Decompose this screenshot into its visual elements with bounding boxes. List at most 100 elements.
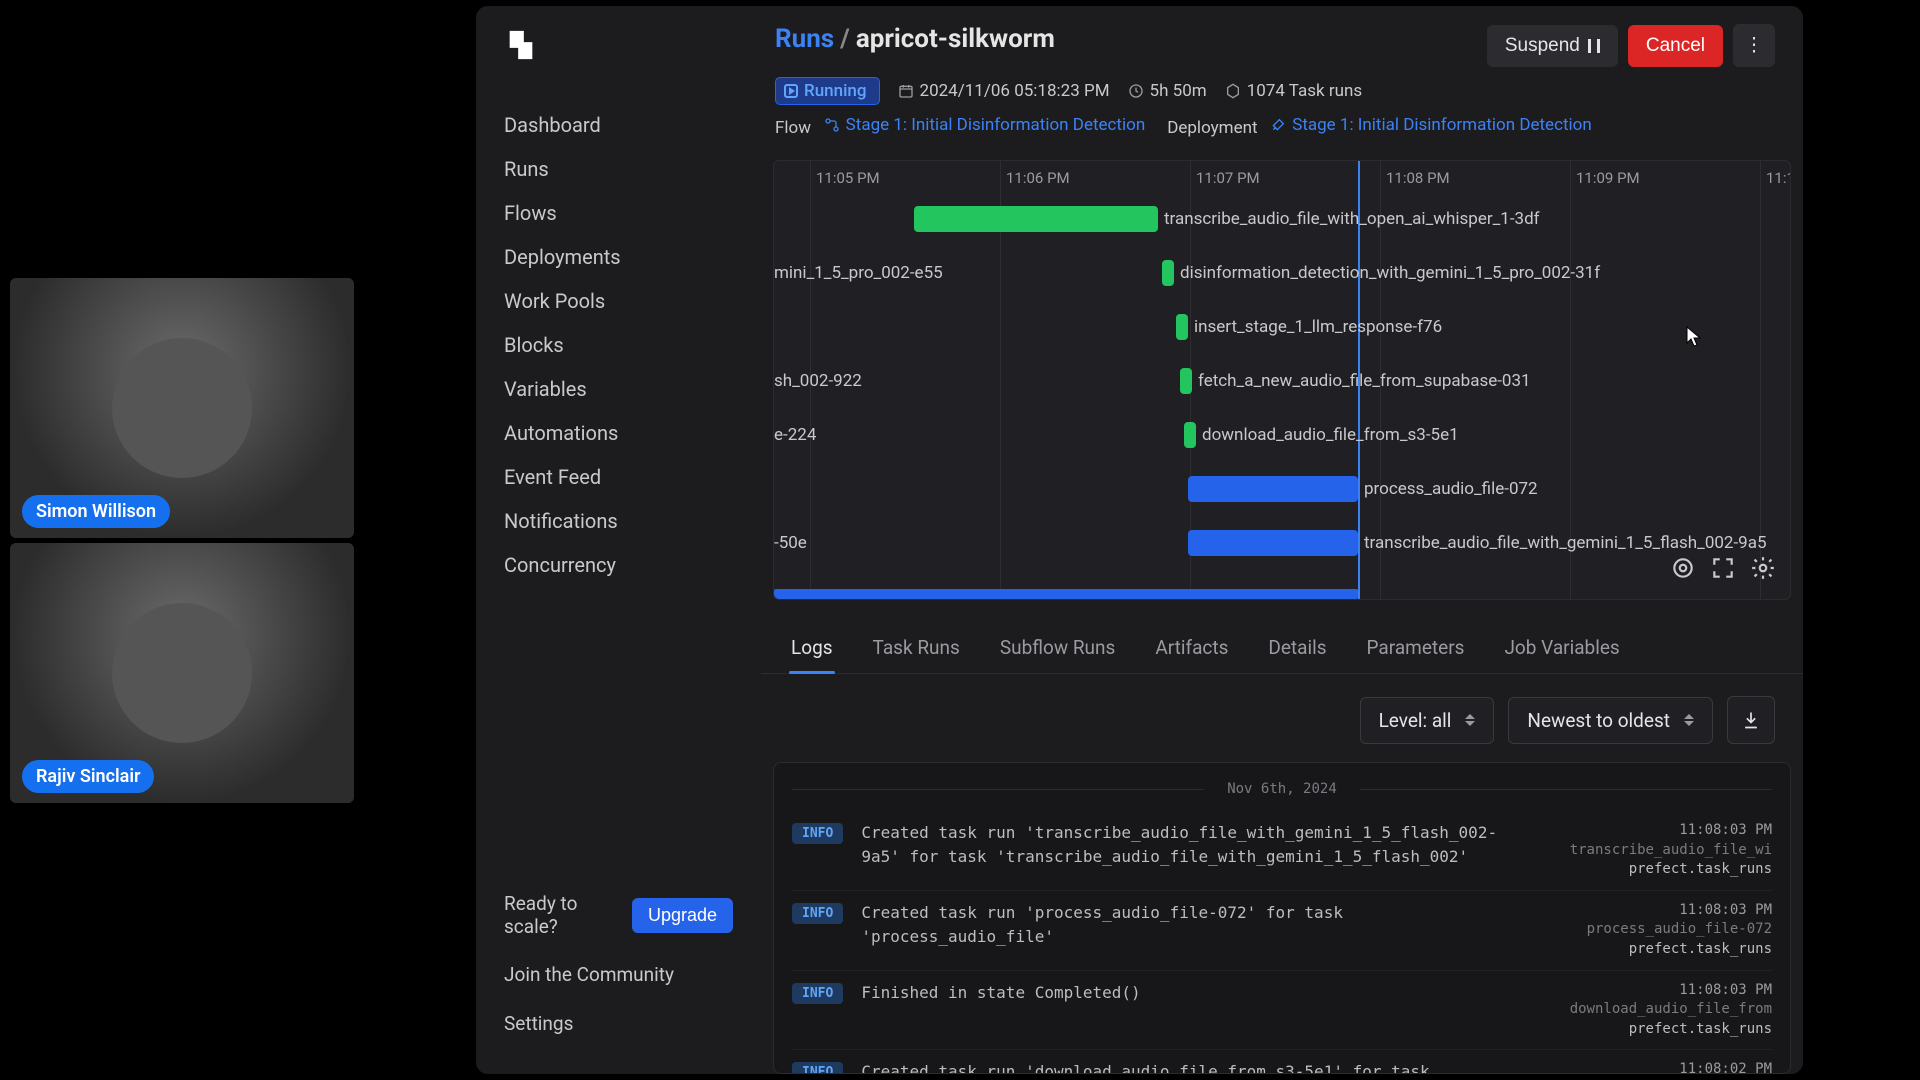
gantt-task-label: mini_1_5_pro_002-e55: [774, 263, 943, 283]
gantt-bar[interactable]: [1188, 476, 1358, 502]
tab-parameters[interactable]: Parameters: [1365, 626, 1467, 673]
gantt-fullscreen-icon[interactable]: [1710, 555, 1736, 581]
log-panel: Nov 6th, 2024 INFO Created task run 'tran…: [773, 762, 1791, 1074]
log-message: Finished in state Completed(): [861, 981, 1524, 1005]
download-icon: [1741, 710, 1761, 730]
flow-label: Flow: [775, 118, 811, 138]
detail-tabs: Logs Task Runs Subflow Runs Artifacts De…: [761, 626, 1803, 674]
gantt-settings-icon[interactable]: [1750, 555, 1776, 581]
chevron-updown-icon: [1465, 714, 1475, 726]
log-message: Created task run 'download_audio_file_fr…: [861, 1060, 1524, 1074]
log-entry: INFO Created task run 'download_audio_fil…: [792, 1050, 1772, 1074]
log-sort-select[interactable]: Newest to oldest: [1508, 697, 1713, 744]
prefect-logo-icon[interactable]: [504, 28, 538, 62]
cancel-button[interactable]: Cancel: [1628, 25, 1723, 67]
nav-flows[interactable]: Flows: [486, 192, 751, 234]
task-run-count: 1074 Task runs: [1225, 81, 1362, 101]
gantt-chart[interactable]: 11:05 PM 11:06 PM 11:07 PM 11:08 PM 11:0…: [773, 160, 1791, 600]
gantt-tick: 11:09 PM: [1576, 169, 1640, 187]
join-community-link[interactable]: Join the Community: [486, 954, 751, 995]
gantt-task-label: process_audio_file-072: [1364, 479, 1538, 499]
nav-blocks[interactable]: Blocks: [486, 324, 751, 366]
gantt-target-icon[interactable]: [1670, 555, 1696, 581]
settings-link[interactable]: Settings: [486, 1003, 751, 1044]
chevron-updown-icon: [1684, 714, 1694, 726]
gantt-row[interactable]: e-224download_audio_file_from_s3-5e1: [774, 419, 1790, 451]
gantt-row[interactable]: -50etranscribe_audio_file_with_gemini_1_…: [774, 527, 1790, 559]
calendar-icon: [898, 83, 914, 99]
tab-task-runs[interactable]: Task Runs: [871, 626, 962, 673]
gantt-bar[interactable]: [1180, 368, 1192, 394]
gantt-task-label: insert_stage_1_llm_response-f76: [1194, 317, 1442, 337]
gantt-bar[interactable]: [1162, 260, 1174, 286]
download-logs-button[interactable]: [1727, 696, 1775, 744]
tab-subflow-runs[interactable]: Subflow Runs: [998, 626, 1118, 673]
nav-variables[interactable]: Variables: [486, 368, 751, 410]
tab-logs[interactable]: Logs: [789, 626, 835, 673]
upgrade-button[interactable]: Upgrade: [632, 898, 733, 933]
breadcrumb-runs-link[interactable]: Runs: [775, 24, 834, 54]
nav-dashboard[interactable]: Dashboard: [486, 104, 751, 146]
gantt-tick: 11:07 PM: [1196, 169, 1260, 187]
flow-icon: [824, 117, 840, 133]
log-level-badge: INFO: [792, 1062, 843, 1074]
gantt-task-label: download_audio_file_from_s3-5e1: [1202, 425, 1459, 445]
gantt-task-label: sh_002-922: [774, 371, 862, 391]
participant-name-1: Simon Willison: [22, 495, 170, 528]
nav-work-pools[interactable]: Work Pools: [486, 280, 751, 322]
log-entry: INFO Created task run 'transcribe_audio_f…: [792, 811, 1772, 891]
gantt-tick: 11:05 PM: [816, 169, 880, 187]
header-actions: Suspend Cancel ⋮: [1487, 24, 1775, 67]
tab-artifacts[interactable]: Artifacts: [1153, 626, 1230, 673]
gantt-bar[interactable]: [1188, 530, 1358, 556]
page-header: Runs / apricot-silkworm Suspend Cancel ⋮: [761, 6, 1803, 146]
log-entry: INFO Created task run 'process_audio_file…: [792, 891, 1772, 971]
log-message: Created task run 'process_audio_file-072…: [861, 901, 1524, 949]
gantt-row[interactable]: process_audio_file-072: [774, 473, 1790, 505]
breadcrumb: Runs / apricot-silkworm: [775, 24, 1055, 54]
main-content: Runs / apricot-silkworm Suspend Cancel ⋮: [761, 6, 1803, 1074]
running-icon: [784, 84, 798, 98]
gantt-task-label: fetch_a_new_audio_file_from_supabase-031: [1198, 371, 1531, 391]
log-level-select[interactable]: Level: all: [1360, 697, 1495, 744]
nav-deployments[interactable]: Deployments: [486, 236, 751, 278]
app-window: Dashboard Runs Flows Deployments Work Po…: [476, 6, 1803, 1074]
run-meta-row: Running 2024/11/06 05:18:23 PM 5h 50m 10…: [775, 77, 1775, 105]
deployment-link[interactable]: Stage 1: Initial Disinformation Detectio…: [1270, 115, 1592, 135]
log-level-badge: INFO: [792, 903, 843, 924]
gantt-bar[interactable]: [1176, 314, 1188, 340]
nav-concurrency[interactable]: Concurrency: [486, 544, 751, 586]
log-date-divider: Nov 6th, 2024: [792, 781, 1772, 797]
main-navigation: Dashboard Runs Flows Deployments Work Po…: [476, 104, 761, 586]
nav-runs[interactable]: Runs: [486, 148, 751, 190]
gantt-bar[interactable]: [914, 206, 1158, 232]
run-duration: 5h 50m: [1128, 81, 1207, 101]
gantt-scrollbar[interactable]: [774, 589, 1358, 599]
log-level-badge: INFO: [792, 823, 843, 844]
log-level-badge: INFO: [792, 983, 843, 1004]
flow-link[interactable]: Stage 1: Initial Disinformation Detectio…: [824, 115, 1146, 135]
tab-job-variables[interactable]: Job Variables: [1502, 626, 1621, 673]
gantt-row[interactable]: mini_1_5_pro_002-e55disinformation_detec…: [774, 257, 1790, 289]
nav-notifications[interactable]: Notifications: [486, 500, 751, 542]
gantt-row[interactable]: transcribe_audio_file_with_open_ai_whisp…: [774, 203, 1790, 235]
gantt-tick: 11:10: [1766, 169, 1791, 187]
nav-event-feed[interactable]: Event Feed: [486, 456, 751, 498]
gantt-task-label: transcribe_audio_file_with_open_ai_whisp…: [1164, 209, 1540, 229]
log-message: Created task run 'transcribe_audio_file_…: [861, 821, 1524, 869]
tab-details[interactable]: Details: [1266, 626, 1328, 673]
more-actions-button[interactable]: ⋮: [1733, 24, 1775, 67]
nav-automations[interactable]: Automations: [486, 412, 751, 454]
log-controls: Level: all Newest to oldest: [761, 674, 1803, 762]
webcam-participant-2: Rajiv Sinclair: [10, 543, 354, 803]
run-timestamp: 2024/11/06 05:18:23 PM: [898, 81, 1110, 101]
dots-vertical-icon: ⋮: [1745, 34, 1764, 57]
gantt-row[interactable]: insert_stage_1_llm_response-f76: [774, 311, 1790, 343]
suspend-button[interactable]: Suspend: [1487, 25, 1618, 67]
gantt-bar[interactable]: [1184, 422, 1196, 448]
upgrade-prompt: Ready to scale? Upgrade: [486, 884, 751, 946]
log-meta: 11:08:03 PMtranscribe_audio_file_wiprefe…: [1542, 821, 1772, 880]
flow-deployment-row: Flow Stage 1: Initial Disinformation Det…: [775, 115, 1775, 138]
gantt-tick: 11:08 PM: [1386, 169, 1450, 187]
gantt-row[interactable]: sh_002-922 fetch_a_new_audio_file_from_su…: [774, 365, 1790, 397]
